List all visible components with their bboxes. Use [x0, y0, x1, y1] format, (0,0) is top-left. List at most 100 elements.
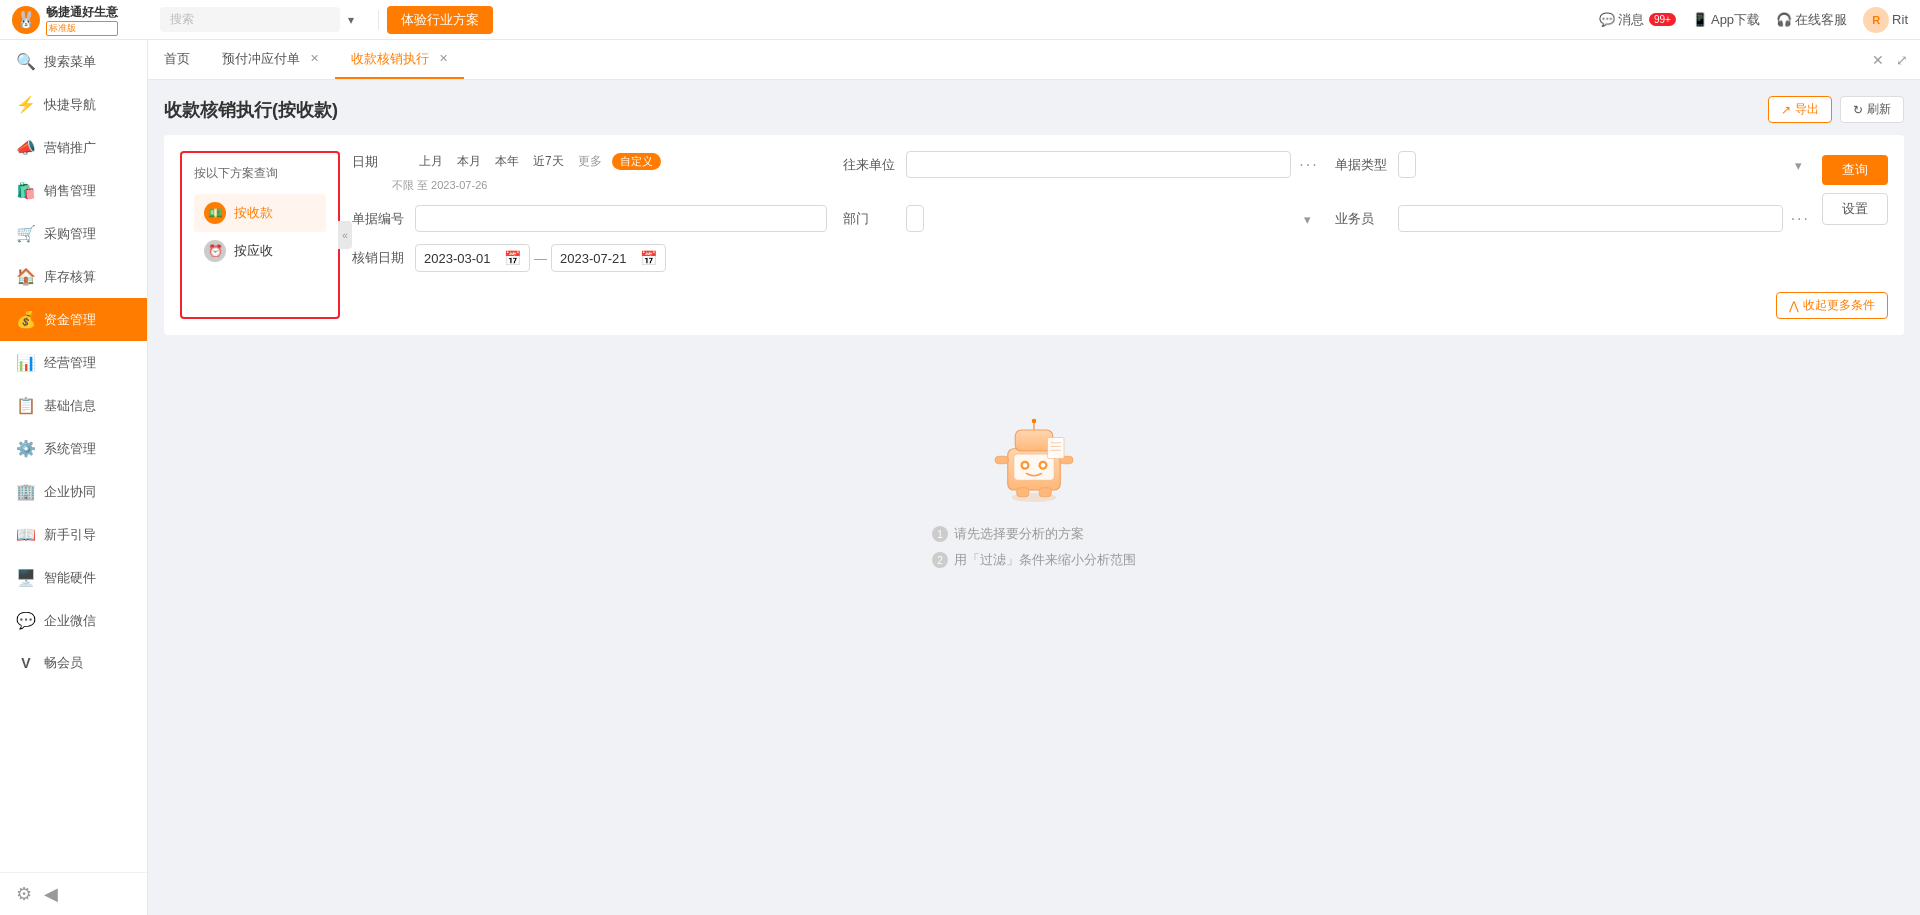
svg-point-5: [1023, 463, 1028, 468]
maximize-tab-icon[interactable]: ⤢: [1892, 48, 1912, 72]
online-service-button[interactable]: 🎧 在线客服: [1776, 11, 1847, 29]
bill-type-select[interactable]: [1398, 151, 1416, 178]
logo-area: 🐰 畅捷通好生意 标准版: [12, 4, 160, 36]
sidebar-item-purchase[interactable]: 🛒 采购管理: [0, 212, 147, 255]
user-avatar[interactable]: R Rit: [1863, 7, 1908, 33]
sidebar-item-search-menu[interactable]: 🔍 搜索菜单: [0, 40, 147, 83]
sidebar-item-label: 资金管理: [44, 311, 96, 329]
end-calendar-icon[interactable]: 📅: [640, 250, 657, 266]
sidebar-item-label: 库存核算: [44, 268, 96, 286]
sidebar-item-sales[interactable]: 🛍️ 销售管理: [0, 169, 147, 212]
operations-icon: 📊: [16, 353, 36, 372]
app-download-button[interactable]: 📱 App下载: [1692, 11, 1760, 29]
close-tab-icon[interactable]: ✕: [1868, 48, 1888, 72]
sidebar-item-label: 快捷导航: [44, 96, 96, 114]
search-placeholder: 搜索: [170, 12, 194, 26]
tab-receipt-writeoff[interactable]: 收款核销执行 ✕: [335, 40, 464, 79]
last-7days-btn[interactable]: 近7天: [529, 151, 568, 172]
staff-menu-icon[interactable]: ···: [1791, 210, 1810, 228]
tab-prepay-offset[interactable]: 预付冲应付单 ✕: [206, 40, 335, 79]
collapse-sidebar-icon[interactable]: ◀: [44, 883, 58, 905]
settings-icon[interactable]: ⚙: [16, 883, 32, 905]
writeoff-end-input[interactable]: 2023-07-21 📅: [551, 244, 666, 272]
writeoff-date-range: 2023-03-01 📅 — 2023-07-21 📅: [415, 244, 833, 272]
collapse-label: 收起更多条件: [1803, 297, 1875, 314]
sidebar-item-system[interactable]: ⚙️ 系统管理: [0, 427, 147, 470]
counterparty-menu-icon[interactable]: ···: [1299, 156, 1318, 174]
quick-nav-icon: ⚡: [16, 95, 36, 114]
tip-number-1: 1: [932, 526, 948, 542]
department-label: 部门: [843, 210, 898, 228]
sidebar-item-member[interactable]: V 畅会员: [0, 642, 147, 684]
settings-button[interactable]: 设置: [1822, 193, 1888, 225]
sidebar-bottom: ⚙ ◀: [0, 872, 147, 915]
filter-action-buttons: 查询 设置: [1822, 151, 1888, 225]
bill-no-field: 单据编号: [352, 205, 827, 232]
page-actions: ↗ 导出 ↻ 刷新: [1768, 96, 1904, 123]
counterparty-label: 往来单位: [843, 156, 898, 174]
svg-rect-10: [995, 456, 1009, 464]
writeoff-date-field: 核销日期 2023-03-01 📅 — 2023-07-21: [352, 244, 833, 272]
receipt-tab-close[interactable]: ✕: [439, 52, 448, 65]
last-month-btn[interactable]: 上月: [415, 151, 447, 172]
sidebar-item-operations[interactable]: 📊 经营管理: [0, 341, 147, 384]
filter-area: 按以下方案查询 💵 按收款 ⏰ 按应收 «: [164, 135, 1904, 335]
query-button[interactable]: 查询: [1822, 155, 1888, 185]
sidebar: 🔍 搜索菜单 ⚡ 快捷导航 📣 营销推广 🛍️ 销售管理 🛒 采购管理 🏠 库存…: [0, 40, 148, 915]
date-quick-buttons: 上月 本月 本年 近7天 更多 自定义: [415, 151, 661, 172]
empty-illustration: [989, 415, 1079, 505]
sidebar-item-wechat[interactable]: 💬 企业微信: [0, 599, 147, 642]
bill-no-input[interactable]: [415, 205, 827, 232]
sidebar-item-label: 搜索菜单: [44, 53, 96, 71]
export-button[interactable]: ↗ 导出: [1768, 96, 1832, 123]
prepay-tab-label: 预付冲应付单: [222, 50, 300, 68]
filter-collapse-button[interactable]: «: [338, 221, 352, 249]
start-calendar-icon[interactable]: 📅: [504, 250, 521, 266]
sidebar-item-inventory[interactable]: 🏠 库存核算: [0, 255, 147, 298]
department-select[interactable]: [906, 205, 924, 232]
tip-text-2: 用「过滤」条件来缩小分析范围: [954, 551, 1136, 569]
filter-option-by-receivable[interactable]: ⏰ 按应收: [194, 232, 326, 270]
industry-solution-button[interactable]: 体验行业方案: [387, 6, 493, 34]
service-icon: 🎧: [1776, 12, 1792, 27]
this-month-btn[interactable]: 本月: [453, 151, 485, 172]
counterparty-input[interactable]: [906, 151, 1291, 178]
tab-home[interactable]: 首页: [148, 40, 206, 79]
sidebar-item-enterprise[interactable]: 🏢 企业协同: [0, 470, 147, 513]
sidebar-item-quick-nav[interactable]: ⚡ 快捷导航: [0, 83, 147, 126]
tabbar: 首页 预付冲应付单 ✕ 收款核销执行 ✕ ✕ ⤢: [148, 40, 1920, 80]
message-button[interactable]: 💬 消息 99+: [1599, 11, 1676, 29]
sidebar-item-marketing[interactable]: 📣 营销推广: [0, 126, 147, 169]
this-year-btn[interactable]: 本年: [491, 151, 523, 172]
writeoff-start-input[interactable]: 2023-03-01 📅: [415, 244, 530, 272]
sidebar-item-guide[interactable]: 📖 新手引导: [0, 513, 147, 556]
page-titlebar: 收款核销执行(按收款) ↗ 导出 ↻ 刷新: [164, 96, 1904, 123]
topbar-dropdown[interactable]: ▾: [348, 13, 354, 27]
sidebar-item-label: 采购管理: [44, 225, 96, 243]
staff-input[interactable]: [1398, 205, 1783, 232]
prepay-tab-close[interactable]: ✕: [310, 52, 319, 65]
user-icon: R: [1863, 7, 1889, 33]
enterprise-icon: 🏢: [16, 482, 36, 501]
filter-option-by-receipt[interactable]: 💵 按收款: [194, 194, 326, 232]
sidebar-item-hardware[interactable]: 🖥️ 智能硬件: [0, 556, 147, 599]
page-title: 收款核销执行(按收款): [164, 98, 338, 122]
sidebar-item-basic-info[interactable]: 📋 基础信息: [0, 384, 147, 427]
empty-tip-1: 1 请先选择要分析的方案: [932, 525, 1136, 543]
custom-date-badge[interactable]: 自定义: [612, 153, 661, 170]
topbar: 🐰 畅捷通好生意 标准版 搜索 ▾ 体验行业方案 💬 消息 99+ 📱 App下…: [0, 0, 1920, 40]
receivable-option-icon: ⏰: [204, 240, 226, 262]
refresh-button[interactable]: ↻ 刷新: [1840, 96, 1904, 123]
staff-label: 业务员: [1335, 210, 1390, 228]
more-date-btn[interactable]: 更多: [574, 151, 606, 172]
bill-type-select-wrap: [1398, 151, 1810, 178]
date-label: 日期: [352, 153, 407, 171]
collapse-more-button[interactable]: ⋀ 收起更多条件: [1776, 292, 1888, 319]
writeoff-date-label: 核销日期: [352, 249, 407, 267]
finance-icon: 💰: [16, 310, 36, 329]
marketing-icon: 📣: [16, 138, 36, 157]
search-box[interactable]: 搜索: [160, 7, 340, 32]
sidebar-item-label: 企业协同: [44, 483, 96, 501]
tabbar-actions: ✕ ⤢: [1860, 40, 1920, 79]
sidebar-item-finance[interactable]: 💰 资金管理: [0, 298, 147, 341]
